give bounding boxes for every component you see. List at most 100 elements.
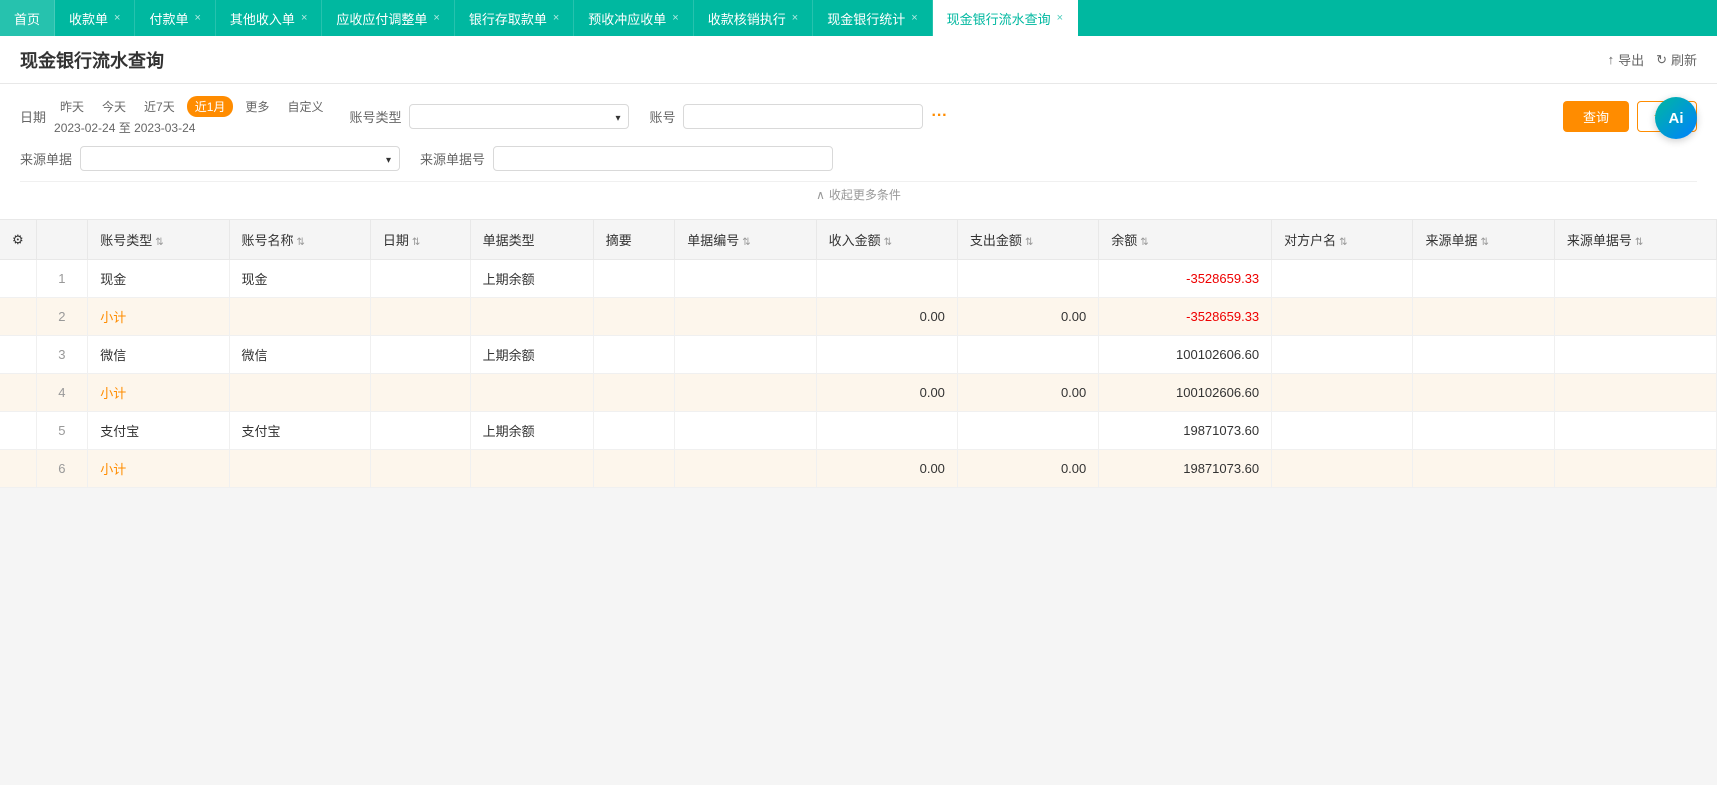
source-doc-no-filter: 来源单据号 [420,146,833,171]
td-index: 1 [36,260,88,298]
source-doc-select[interactable] [80,146,400,171]
nav-cash-stats[interactable]: 现金银行统计 × [813,0,932,36]
td-doc-no [675,336,816,374]
filter-area: 日期 昨天 今天 近7天 近1月 更多 自定义 2023-02-24 至 202… [0,84,1717,220]
td-account-type: 微信 [88,336,229,374]
th-gear[interactable]: ⚙ [0,220,36,260]
td-checkbox [0,260,36,298]
close-icon[interactable]: × [194,12,200,24]
td-account-type: 小计 [88,298,229,336]
td-source-doc-no [1554,298,1716,336]
td-balance: -3528659.33 [1099,260,1272,298]
td-balance: 19871073.60 [1099,412,1272,450]
table-row: 4 小计 0.00 0.00 100102606.60 [0,374,1717,412]
account-type-filter: 账号类型 [349,104,629,129]
td-source-doc-no [1554,260,1716,298]
date-1month[interactable]: 近1月 [187,96,234,117]
table-row: 1 现金 现金 上期余额 -3528659.33 [0,260,1717,298]
dots-button[interactable]: ··· [931,107,947,125]
nav-other-income[interactable]: 其他收入单 × [216,0,322,36]
date-yesterday[interactable]: 昨天 [54,96,90,117]
export-button[interactable]: ↑ 导出 [1608,50,1645,69]
td-date [370,450,470,488]
td-summary [593,298,675,336]
filter-row-1: 日期 昨天 今天 近7天 近1月 更多 自定义 2023-02-24 至 202… [20,96,1697,136]
table-row: 2 小计 0.00 0.00 -3528659.33 [0,298,1717,336]
nav-home[interactable]: 首页 [0,0,55,36]
th-balance[interactable]: 余额⇅ [1099,220,1272,260]
refresh-icon: ↻ [1656,52,1667,68]
collapse-bar[interactable]: ∧ 收起更多条件 [20,181,1697,207]
close-icon[interactable]: × [114,12,120,24]
date-today[interactable]: 今天 [96,96,132,117]
account-input[interactable] [683,104,923,129]
date-more[interactable]: 更多 [239,96,275,117]
td-account-type: 现金 [88,260,229,298]
th-counterpart[interactable]: 对方户名⇅ [1272,220,1413,260]
nav-payment[interactable]: 付款单 × [135,0,215,36]
td-summary [593,412,675,450]
nav-prepay[interactable]: 预收冲应收单 × [574,0,693,36]
td-source-doc-no [1554,412,1716,450]
td-summary [593,260,675,298]
th-account-name[interactable]: 账号名称⇅ [229,220,370,260]
date-7days[interactable]: 近7天 [138,96,181,117]
page-header: 现金银行流水查询 ↑ 导出 ↻ 刷新 [0,36,1717,84]
close-icon[interactable]: × [301,12,307,24]
td-doc-no [675,298,816,336]
th-date[interactable]: 日期⇅ [370,220,470,260]
close-icon[interactable]: × [433,12,439,24]
td-income: 0.00 [816,298,957,336]
source-doc-no-input[interactable] [493,146,833,171]
td-source-doc [1413,298,1554,336]
td-account-type: 支付宝 [88,412,229,450]
td-source-doc-no [1554,450,1716,488]
nav-bank-deposit[interactable]: 银行存取款单 × [455,0,574,36]
td-source-doc-no [1554,374,1716,412]
td-source-doc [1413,412,1554,450]
sort-icon: ⇅ [1339,237,1347,248]
close-icon[interactable]: × [1057,12,1063,24]
td-income [816,336,957,374]
th-summary: 摘要 [593,220,675,260]
close-icon[interactable]: × [672,12,678,24]
td-checkbox [0,450,36,488]
th-source-doc[interactable]: 来源单据⇅ [1413,220,1554,260]
td-source-doc [1413,260,1554,298]
sort-icon: ⇅ [1481,237,1489,248]
close-icon[interactable]: × [792,12,798,24]
nav-receipt[interactable]: 收款单 × [55,0,135,36]
account-label: 账号 [649,107,675,126]
close-icon[interactable]: × [553,12,559,24]
th-income[interactable]: 收入金额⇅ [816,220,957,260]
nav-cash-flow[interactable]: 现金银行流水查询 × [933,0,1078,36]
close-icon[interactable]: × [911,12,917,24]
data-table: ⚙ 账号类型⇅ 账号名称⇅ 日期⇅ 单据类型 摘要 单据编号⇅ 收入金额⇅ 支出… [0,220,1717,488]
th-doc-no[interactable]: 单据编号⇅ [675,220,816,260]
sort-icon: ⇅ [155,237,163,248]
td-account-type: 小计 [88,450,229,488]
account-type-label: 账号类型 [349,107,401,126]
table-row: 3 微信 微信 上期余额 100102606.60 [0,336,1717,374]
td-doc-no [675,450,816,488]
nav-collection[interactable]: 收款核销执行 × [694,0,813,36]
td-income [816,260,957,298]
search-button[interactable]: 查询 [1563,101,1629,132]
th-source-doc-no[interactable]: 来源单据号⇅ [1554,220,1716,260]
th-expense[interactable]: 支出金额⇅ [957,220,1098,260]
date-custom[interactable]: 自定义 [281,96,329,117]
refresh-button[interactable]: ↻ 刷新 [1656,50,1697,69]
th-account-type[interactable]: 账号类型⇅ [88,220,229,260]
gear-icon: ⚙ [12,232,24,247]
td-checkbox [0,374,36,412]
td-source-doc-no [1554,336,1716,374]
td-date [370,298,470,336]
td-balance: 19871073.60 [1099,450,1272,488]
nav-adjustment[interactable]: 应收应付调整单 × [322,0,454,36]
account-filter: 账号 ··· [649,104,947,129]
ai-badge[interactable]: Ai [1655,97,1697,139]
sort-icon: ⇅ [1635,237,1643,248]
td-balance: 100102606.60 [1099,336,1272,374]
account-type-select[interactable] [409,104,629,129]
td-doc-type: 上期余额 [470,260,593,298]
